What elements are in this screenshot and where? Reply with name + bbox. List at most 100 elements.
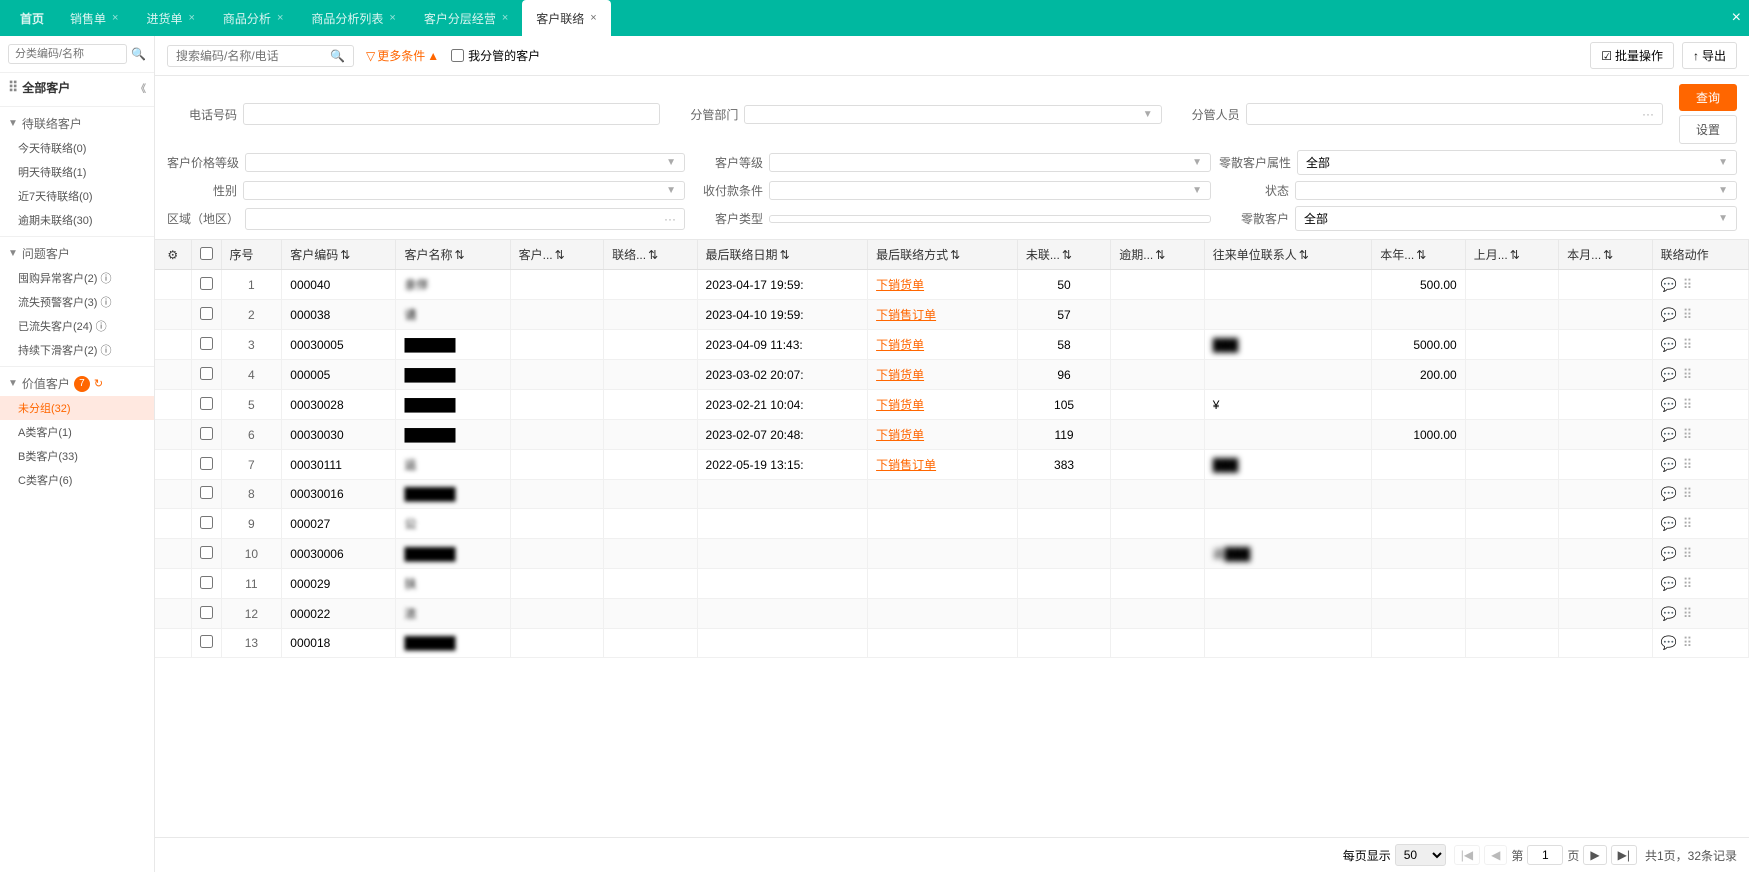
batch-op-button[interactable]: ☑ 批量操作 — [1590, 42, 1674, 69]
col-gear[interactable]: ⚙ — [155, 240, 191, 270]
row-checkbox[interactable] — [200, 427, 213, 440]
retail-attr-select[interactable]: 全部 ▼ — [1297, 150, 1737, 175]
sidebar-item-b-class[interactable]: B类客户(33) — [0, 444, 154, 468]
row-checkbox[interactable] — [200, 576, 213, 589]
dept-select[interactable]: ▼ — [744, 105, 1161, 124]
sidebar-item-today[interactable]: 今天待联络(0) — [0, 136, 154, 160]
next-page-btn[interactable]: ▶ — [1583, 845, 1606, 865]
row-checkbox[interactable] — [200, 635, 213, 648]
col-type[interactable]: 客户... ⇅ — [510, 240, 603, 270]
nav-tab-contact[interactable]: 客户联络 × — [522, 0, 610, 36]
last-page-btn[interactable]: ▶| — [1611, 845, 1637, 865]
col-company-contact[interactable]: 往来单位联系人 ⇅ — [1204, 240, 1372, 270]
sidebar-group-value[interactable]: ▼ 价值客户 7 ↻ — [0, 371, 154, 396]
col-last-month[interactable]: 上月... ⇅ — [1465, 240, 1558, 270]
page-input[interactable] — [1527, 845, 1563, 865]
sidebar-item-churn-warn[interactable]: 流失预警客户(3) ⓘ — [0, 290, 154, 314]
contact-icon[interactable]: 💬 — [1661, 486, 1677, 502]
sidebar-item-ungroup[interactable]: 未分组(32) — [0, 396, 154, 420]
col-no-contact[interactable]: 未联... ⇅ — [1017, 240, 1110, 270]
col-last-method[interactable]: 最后联络方式 ⇅ — [868, 240, 1018, 270]
tab-segment-close[interactable]: × — [502, 12, 508, 24]
export-button[interactable]: ↑ 导出 — [1682, 42, 1737, 69]
tab-analysis-close[interactable]: × — [277, 12, 283, 24]
last-method-link[interactable]: 下销售订单 — [876, 308, 936, 322]
col-overdue[interactable]: 逾期... ⇅ — [1111, 240, 1204, 270]
my-customers-checkbox-area[interactable]: 我分管的客户 — [451, 47, 540, 64]
last-method-link[interactable]: 下销售订单 — [876, 458, 936, 472]
last-method-link[interactable]: 下销货单 — [876, 338, 924, 352]
more-action-icon[interactable]: ⠿ — [1683, 337, 1693, 353]
more-action-icon[interactable]: ⠿ — [1683, 457, 1693, 473]
nav-tab-analysis[interactable]: 商品分析 × — [209, 0, 297, 36]
region-select[interactable]: ··· — [245, 208, 685, 230]
row-checkbox[interactable] — [200, 546, 213, 559]
person-dots-icon[interactable]: ··· — [1642, 107, 1654, 121]
row-checkbox[interactable] — [200, 397, 213, 410]
col-contact[interactable]: 联络... ⇅ — [604, 240, 697, 270]
tab-purchase-close[interactable]: × — [188, 12, 194, 24]
sidebar-item-7days[interactable]: 近7天待联络(0) — [0, 184, 154, 208]
sidebar-item-abnormal[interactable]: 囤购异常客户(2) ⓘ — [0, 266, 154, 290]
nav-tab-analysis-list[interactable]: 商品分析列表 × — [297, 0, 409, 36]
contact-icon[interactable]: 💬 — [1661, 367, 1677, 383]
contact-icon[interactable]: 💬 — [1661, 457, 1677, 473]
contact-icon[interactable]: 💬 — [1661, 307, 1677, 323]
contact-icon[interactable]: 💬 — [1661, 277, 1677, 293]
query-button[interactable]: 查询 — [1679, 84, 1737, 111]
filter-more-btn[interactable]: ▽ 更多条件 ▲ — [366, 47, 439, 64]
sidebar-item-declining[interactable]: 持续下滑客户(2) ⓘ — [0, 338, 154, 362]
nav-tab-salesorder[interactable]: 销售单 × — [56, 0, 132, 36]
search-input[interactable] — [176, 49, 326, 63]
select-all-checkbox[interactable] — [200, 247, 213, 260]
more-action-icon[interactable]: ⠿ — [1683, 307, 1693, 323]
sidebar-item-overdue[interactable]: 逾期未联络(30) — [0, 208, 154, 232]
sidebar-item-churned[interactable]: 已流失客户(24) ⓘ — [0, 314, 154, 338]
row-checkbox[interactable] — [200, 307, 213, 320]
more-action-icon[interactable]: ⠿ — [1683, 427, 1693, 443]
sidebar-group-problem[interactable]: ▼ 问题客户 — [0, 241, 154, 266]
last-method-link[interactable]: 下销货单 — [876, 368, 924, 382]
refresh-icon[interactable]: ↻ — [94, 377, 103, 390]
row-checkbox[interactable] — [200, 367, 213, 380]
tab-contact-close[interactable]: × — [590, 12, 596, 24]
sidebar-all-customers[interactable]: ⠿ 全部客户 《 — [0, 73, 154, 102]
person-select[interactable]: ··· — [1246, 103, 1663, 125]
status-select[interactable]: ▼ — [1295, 181, 1737, 200]
sidebar-search-input[interactable] — [8, 44, 127, 64]
cust-type-select[interactable] — [769, 215, 1211, 223]
more-action-icon[interactable]: ⠿ — [1683, 546, 1693, 562]
row-checkbox[interactable] — [200, 606, 213, 619]
col-name[interactable]: 客户名称 ⇅ — [396, 240, 510, 270]
contact-icon[interactable]: 💬 — [1661, 397, 1677, 413]
more-action-icon[interactable]: ⠿ — [1683, 397, 1693, 413]
my-customers-checkbox[interactable] — [451, 49, 464, 62]
more-action-icon[interactable]: ⠿ — [1683, 486, 1693, 502]
reset-button[interactable]: 设置 — [1679, 115, 1737, 144]
contact-icon[interactable]: 💬 — [1661, 427, 1677, 443]
more-action-icon[interactable]: ⠿ — [1683, 606, 1693, 622]
phone-input[interactable] — [243, 103, 660, 125]
col-this-year[interactable]: 本年... ⇅ — [1372, 240, 1465, 270]
level-select[interactable]: ▼ — [769, 153, 1211, 172]
more-action-icon[interactable]: ⠿ — [1683, 576, 1693, 592]
tab-salesorder-close[interactable]: × — [112, 12, 118, 24]
more-action-icon[interactable]: ⠿ — [1683, 277, 1693, 293]
contact-icon[interactable]: 💬 — [1661, 516, 1677, 532]
nav-tab-segment[interactable]: 客户分层经营 × — [410, 0, 522, 36]
region-dots-icon[interactable]: ··· — [664, 212, 676, 226]
gender-select[interactable]: ▼ — [243, 181, 685, 200]
contact-icon[interactable]: 💬 — [1661, 337, 1677, 353]
search-icon[interactable]: 🔍 — [330, 49, 345, 63]
row-checkbox[interactable] — [200, 457, 213, 470]
retail-cust-select[interactable]: 全部 ▼ — [1295, 206, 1737, 231]
contact-icon[interactable]: 💬 — [1661, 635, 1677, 651]
more-action-icon[interactable]: ⠿ — [1683, 516, 1693, 532]
row-checkbox[interactable] — [200, 277, 213, 290]
more-action-icon[interactable]: ⠿ — [1683, 367, 1693, 383]
col-this-month[interactable]: 本月... ⇅ — [1559, 240, 1652, 270]
row-checkbox[interactable] — [200, 516, 213, 529]
contact-icon[interactable]: 💬 — [1661, 606, 1677, 622]
contact-icon[interactable]: 💬 — [1661, 576, 1677, 592]
row-checkbox[interactable] — [200, 486, 213, 499]
